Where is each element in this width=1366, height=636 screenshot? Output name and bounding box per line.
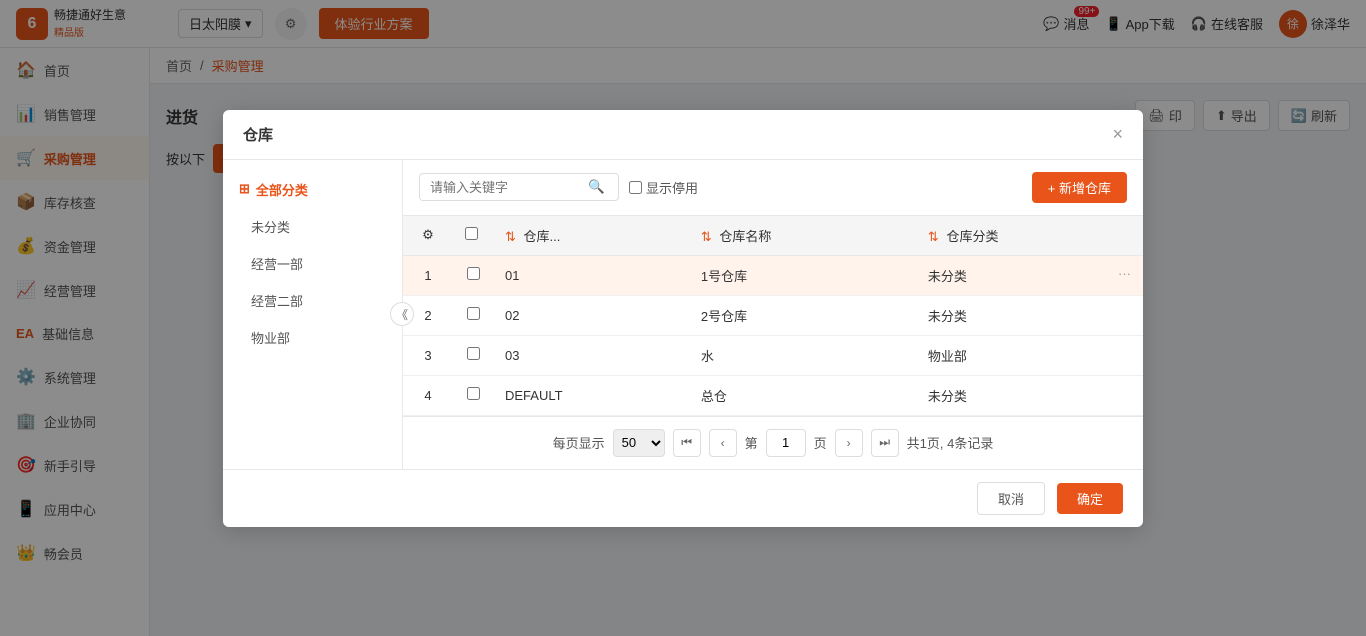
pagination: 每页显示 50 10 20 100 ⏮ ‹ 第 1 页 › ⏭ 共1页, 4条记… — [403, 416, 1143, 469]
table-row[interactable]: 1 01 1号仓库 未分类 ··· — [403, 255, 1143, 295]
all-categories-label: 全部分类 — [256, 180, 308, 199]
all-categories-button[interactable]: ⊞ 全部分类 — [223, 172, 402, 207]
th-name: ⇅ 仓库名称 — [689, 216, 916, 256]
th-category: ⇅ 仓库分类 — [916, 216, 1143, 256]
sort-icon: ⇅ — [928, 229, 939, 244]
modal-footer: 取消 确定 — [223, 469, 1143, 527]
td-code: 03 — [493, 335, 689, 375]
per-page-select[interactable]: 50 10 20 100 — [613, 429, 665, 457]
td-name: 水 — [689, 335, 916, 375]
next-page-button[interactable]: › — [835, 429, 863, 457]
td-category: 未分类 ··· — [916, 255, 1143, 295]
td-name: 总仓 — [689, 375, 916, 415]
show-disabled-checkbox[interactable] — [629, 181, 642, 194]
td-category: 物业部 — [916, 335, 1143, 375]
total-info: 共1页, 4条记录 — [907, 433, 994, 452]
collapse-panel-button[interactable]: 《 — [390, 302, 414, 326]
td-category: 未分类 — [916, 295, 1143, 335]
last-page-button[interactable]: ⏭ — [871, 429, 899, 457]
td-name: 1号仓库 — [689, 255, 916, 295]
th-settings: ⚙ — [403, 216, 453, 256]
category-item-property[interactable]: 物业部 — [223, 320, 402, 355]
show-disabled-label[interactable]: 显示停用 — [629, 178, 698, 197]
td-num: 4 — [403, 375, 453, 415]
td-code: DEFAULT — [493, 375, 689, 415]
page-number-input[interactable]: 1 — [766, 429, 806, 457]
row-checkbox[interactable] — [467, 347, 480, 360]
category-item-unclassified[interactable]: 未分类 — [223, 209, 402, 244]
right-toolbar: 🔍 显示停用 + 新增仓库 — [403, 160, 1143, 216]
warehouse-modal: 仓库 × ⊞ 全部分类 未分类 经营一部 经营二部 — [223, 110, 1143, 527]
table-row[interactable]: 4 DEFAULT 总仓 未分类 — [403, 375, 1143, 415]
first-page-button[interactable]: ⏮ — [673, 429, 701, 457]
page-unit: 页 — [814, 433, 827, 452]
row-actions-button[interactable]: ··· — [1118, 266, 1131, 281]
page-label: 第 — [745, 433, 758, 452]
table-row[interactable]: 2 02 2号仓库 未分类 — [403, 295, 1143, 335]
sort-icon: ⇅ — [505, 229, 516, 244]
table-header-row: ⚙ ⇅ 仓库... ⇅ — [403, 216, 1143, 256]
prev-page-button[interactable]: ‹ — [709, 429, 737, 457]
add-warehouse-button[interactable]: + 新增仓库 — [1032, 172, 1127, 203]
search-input[interactable] — [420, 175, 580, 200]
select-all-checkbox[interactable] — [465, 227, 478, 240]
td-checkbox — [453, 295, 493, 335]
confirm-button[interactable]: 确定 — [1057, 483, 1123, 514]
modal-close-button[interactable]: × — [1112, 124, 1123, 145]
modal-body: ⊞ 全部分类 未分类 经营一部 经营二部 物业部 《 — [223, 160, 1143, 469]
row-checkbox[interactable] — [467, 387, 480, 400]
warehouse-table-container: ⚙ ⇅ 仓库... ⇅ — [403, 216, 1143, 416]
table-row[interactable]: 3 03 水 物业部 — [403, 335, 1143, 375]
td-checkbox — [453, 255, 493, 295]
per-page-label: 每页显示 — [553, 433, 605, 452]
td-name: 2号仓库 — [689, 295, 916, 335]
modal-overlay: 仓库 × ⊞ 全部分类 未分类 经营一部 经营二部 — [0, 0, 1366, 636]
td-code: 02 — [493, 295, 689, 335]
grid-icon: ⊞ — [239, 181, 250, 197]
search-submit-button[interactable]: 🔍 — [580, 174, 613, 200]
modal-header: 仓库 × — [223, 110, 1143, 160]
right-panel: 🔍 显示停用 + 新增仓库 ⚙ — [403, 160, 1143, 469]
modal-title: 仓库 — [243, 124, 273, 145]
category-item-ops1[interactable]: 经营一部 — [223, 246, 402, 281]
td-checkbox — [453, 335, 493, 375]
category-panel: ⊞ 全部分类 未分类 经营一部 经营二部 物业部 《 — [223, 160, 403, 469]
cancel-button[interactable]: 取消 — [977, 482, 1045, 515]
search-box: 🔍 — [419, 173, 619, 201]
row-checkbox[interactable] — [467, 307, 480, 320]
category-item-ops2[interactable]: 经营二部 — [223, 283, 402, 318]
sort-icon: ⇅ — [701, 229, 712, 244]
td-code: 01 — [493, 255, 689, 295]
row-checkbox[interactable] — [467, 267, 480, 280]
warehouse-table: ⚙ ⇅ 仓库... ⇅ — [403, 216, 1143, 416]
td-category: 未分类 — [916, 375, 1143, 415]
td-num: 3 — [403, 335, 453, 375]
td-num: 1 — [403, 255, 453, 295]
gear-icon: ⚙ — [422, 227, 434, 242]
th-checkbox — [453, 216, 493, 256]
td-checkbox — [453, 375, 493, 415]
th-code: ⇅ 仓库... — [493, 216, 689, 256]
